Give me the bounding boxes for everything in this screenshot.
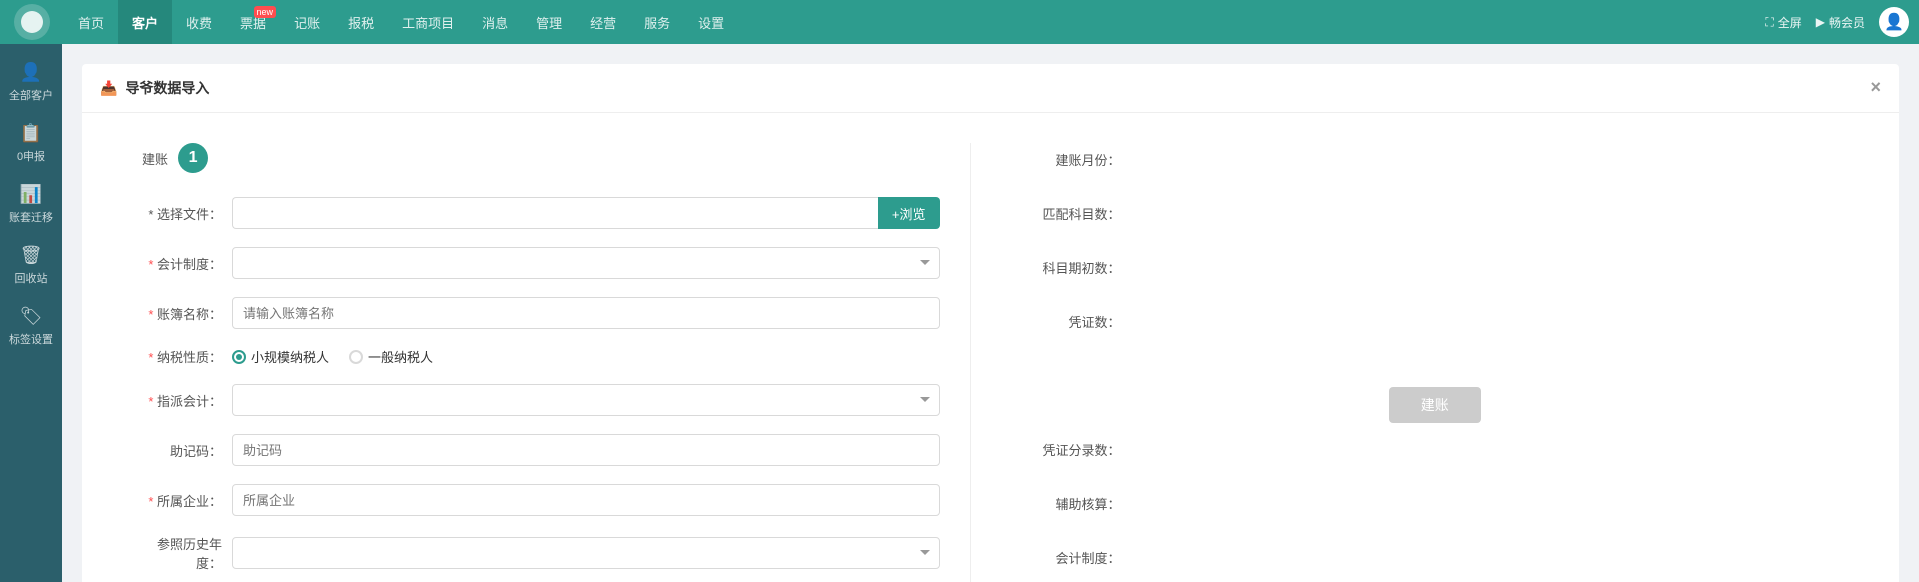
radio-small-scale[interactable]: 小规模纳税人 (232, 347, 329, 366)
assign-accountant-select[interactable] (232, 384, 940, 416)
company-input[interactable] (232, 484, 940, 516)
avatar[interactable]: 👤 (1879, 7, 1909, 37)
nav-right: ⛶ 全屏 ▶ 畅会员 👤 (1765, 7, 1909, 37)
radio-small-scale-dot (232, 350, 246, 364)
sidebar: 👤 全部客户 📋 0申报 📊 账套迁移 🗑 回收站 🏷 标签设置 (0, 44, 62, 582)
layout: 👤 全部客户 📋 0申报 📊 账套迁移 🗑 回收站 🏷 标签设置 📥 导爷数据导… (0, 44, 1919, 582)
sidebar-item-tags[interactable]: 🏷 标签设置 (0, 298, 62, 355)
match-label: 匹配科目数： (1031, 204, 1131, 223)
vip-btn[interactable]: ▶ 畅会员 (1816, 14, 1865, 31)
file-label: * 选择文件： (142, 204, 232, 223)
new-badge: new (254, 6, 277, 18)
assign-accountant-label: 指派会计： (142, 391, 232, 410)
vip-icon: ▶ (1816, 15, 1825, 29)
company-label: 所属企业： (142, 491, 232, 510)
voucher-row: 凭证数： (1031, 305, 1840, 337)
voucher-count-label: 凭证分录数： (1031, 440, 1131, 459)
month-label: 建账月份： (1031, 150, 1131, 169)
ledger-name-input[interactable] (232, 297, 940, 329)
recycle-icon: 🗑 (20, 245, 43, 266)
browse-button[interactable]: +浏览 (878, 197, 940, 229)
match-row: 匹配科目数： (1031, 197, 1840, 229)
file-row: * 选择文件： +浏览 (142, 197, 940, 229)
step-circle: 1 (178, 143, 208, 173)
main-content: 📥 导爷数据导入 × 建账 1 * 选择文件： (62, 44, 1919, 582)
initial-row: 科目期初数： (1031, 251, 1840, 283)
nav-service[interactable]: 服务 (630, 0, 684, 44)
logo (10, 0, 54, 44)
nav-bookkeeping[interactable]: 记账 (280, 0, 334, 44)
accounting-system-label: 会计制度： (142, 254, 232, 273)
month-row: 建账月份： (1031, 143, 1840, 175)
radio-general-dot (349, 350, 363, 364)
nav-business[interactable]: 工商项目 (388, 0, 468, 44)
step-header: 建账 1 (142, 143, 940, 173)
left-column: 建账 1 * 选择文件： +浏览 (142, 143, 971, 582)
declaration-icon: 📋 (20, 123, 42, 144)
file-input[interactable] (232, 197, 878, 229)
right-column: 建账月份： 匹配科目数： 科目期初数： 凭证数： (1011, 143, 1840, 582)
tags-icon: 🏷 (20, 306, 43, 327)
all-customers-icon: 👤 (20, 62, 42, 83)
sidebar-item-declaration[interactable]: 📋 0申报 (0, 115, 62, 172)
tax-type-row: 纳税性质： 小规模纳税人 一般纳税人 (142, 347, 940, 366)
nav-invoice[interactable]: 票据 new (226, 0, 280, 44)
accounting-system-row: 会计制度： (142, 247, 940, 279)
history-year-select[interactable] (232, 537, 940, 569)
accounting-right-row: 会计制度： (1031, 541, 1840, 573)
tax-type-label: 纳税性质： (142, 347, 232, 366)
dialog: 📥 导爷数据导入 × 建账 1 * 选择文件： (82, 64, 1899, 582)
build-btn-row: 建账 (1031, 377, 1840, 423)
nav-operation[interactable]: 经营 (576, 0, 630, 44)
nav-message[interactable]: 消息 (468, 0, 522, 44)
voucher-count-row: 凭证分录数： (1031, 433, 1840, 465)
top-nav: 首页 客户 收费 票据 new 记账 报税 工商项目 消息 管理 经营 服务 设… (0, 0, 1919, 44)
step-label: 建账 (142, 149, 168, 168)
nav-manage[interactable]: 管理 (522, 0, 576, 44)
ledger-name-row: 账簿名称： (142, 297, 940, 329)
memo-code-input[interactable] (232, 434, 940, 466)
sidebar-item-recycle[interactable]: 🗑 回收站 (0, 237, 62, 294)
build-account-button[interactable]: 建账 (1389, 387, 1481, 423)
migration-icon: 📊 (20, 184, 42, 205)
initial-label: 科目期初数： (1031, 258, 1131, 277)
dialog-title: 导爷数据导入 (125, 78, 209, 98)
fullscreen-btn[interactable]: ⛶ 全屏 (1765, 14, 1801, 31)
fullscreen-icon: ⛶ (1765, 15, 1773, 30)
tax-type-radio-group: 小规模纳税人 一般纳税人 (232, 347, 940, 366)
dialog-close-button[interactable]: × (1870, 78, 1881, 96)
nav-customer[interactable]: 客户 (118, 0, 172, 44)
auxiliary-row: 辅助核算： (1031, 487, 1840, 519)
nav-home[interactable]: 首页 (64, 0, 118, 44)
accounting-system-select[interactable] (232, 247, 940, 279)
sidebar-item-migration[interactable]: 📊 账套迁移 (0, 176, 62, 233)
sidebar-item-all-customers[interactable]: 👤 全部客户 (0, 54, 62, 111)
history-year-row: 参照历史年度： (142, 534, 940, 572)
company-row: 所属企业： (142, 484, 940, 516)
voucher-label: 凭证数： (1031, 312, 1131, 331)
history-year-label: 参照历史年度： (142, 534, 232, 572)
ledger-name-label: 账簿名称： (142, 304, 232, 323)
auxiliary-label: 辅助核算： (1031, 494, 1131, 513)
memo-code-label: 助记码： (142, 441, 232, 460)
avatar-icon: 👤 (1884, 12, 1904, 32)
nav-tax[interactable]: 报税 (334, 0, 388, 44)
nav-fee[interactable]: 收费 (172, 0, 226, 44)
dialog-header: 📥 导爷数据导入 × (82, 64, 1899, 113)
nav-settings[interactable]: 设置 (684, 0, 738, 44)
radio-general[interactable]: 一般纳税人 (349, 347, 433, 366)
assign-accountant-row: 指派会计： (142, 384, 940, 416)
dialog-body: 建账 1 * 选择文件： +浏览 (82, 113, 1899, 582)
import-icon: 📥 (100, 80, 117, 97)
accounting-right-label: 会计制度： (1031, 548, 1131, 567)
memo-code-row: 助记码： (142, 434, 940, 466)
